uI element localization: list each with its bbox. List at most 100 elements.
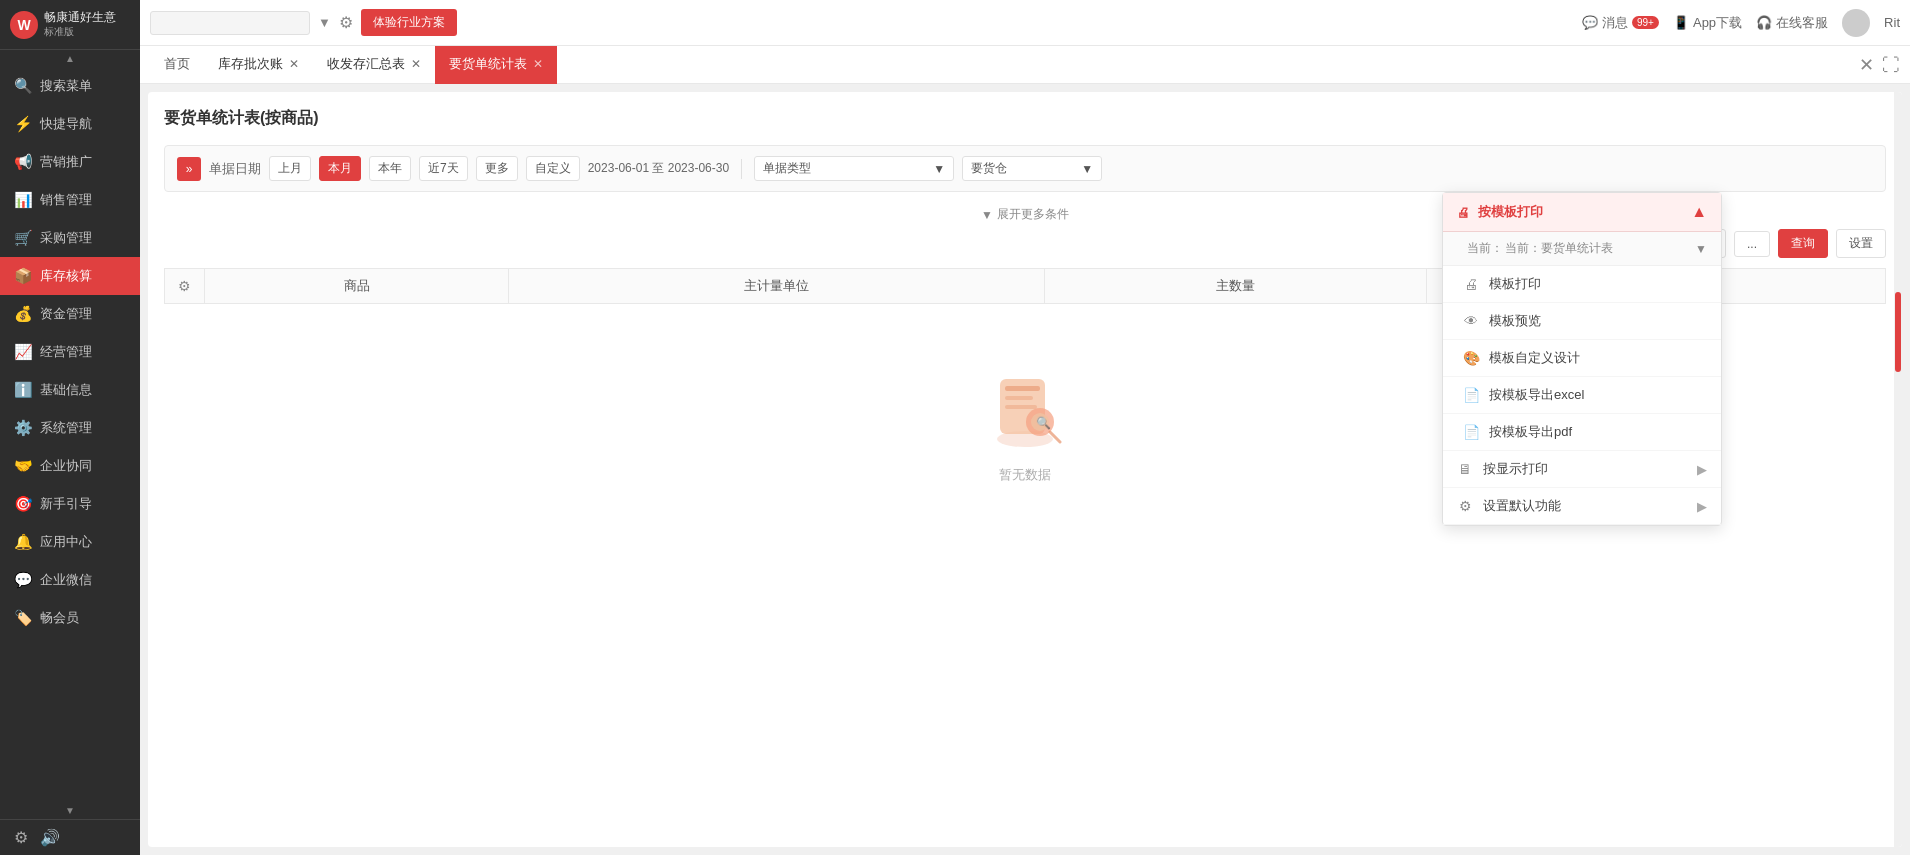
collection-summary-label: 收发存汇总表	[327, 55, 405, 73]
more-button[interactable]: ...	[1734, 231, 1770, 257]
sidebar-settings-icon[interactable]: ⚙	[14, 828, 28, 847]
app-logo-icon: W	[10, 11, 38, 39]
print-template-design-item[interactable]: 🎨 模板自定义设计	[1443, 340, 1721, 377]
sidebar-item-label: 新手引导	[40, 495, 92, 513]
svg-rect-2	[1005, 386, 1040, 391]
sidebar-item-guide[interactable]: 🎯 新手引导	[0, 485, 140, 523]
scrollbar-thumb	[1895, 292, 1901, 372]
guide-icon: 🎯	[14, 495, 32, 513]
notification-label: 消息	[1602, 14, 1628, 32]
warehouse-select[interactable]: 要货仓 ▼	[962, 156, 1102, 181]
query-button[interactable]: 查询	[1778, 229, 1828, 258]
sidebar-item-system[interactable]: ⚙️ 系统管理	[0, 409, 140, 447]
print-template-excel-item[interactable]: 📄 按模板导出excel	[1443, 377, 1721, 414]
tab-collection-summary[interactable]: 收发存汇总表 ✕	[313, 46, 435, 84]
tab-close-batch-accounts[interactable]: ✕	[289, 57, 299, 71]
sidebar-item-apps[interactable]: 🔔 应用中心	[0, 523, 140, 561]
design-icon: 🎨	[1463, 350, 1479, 366]
main-area: ▼ ⚙ 体验行业方案 💬 消息 99+ 📱 App下载 🎧 在线客服 Rit 首…	[140, 0, 1910, 855]
print-dropdown-collapse-icon[interactable]: ▲	[1691, 203, 1707, 221]
set-default-label: 设置默认功能	[1483, 497, 1561, 515]
tab-home[interactable]: 首页	[150, 46, 204, 84]
sidebar-item-sales[interactable]: 📊 销售管理	[0, 181, 140, 219]
sidebar-scroll-up[interactable]: ▲	[65, 53, 75, 64]
tab-batch-accounts[interactable]: 库存批次账 ✕	[204, 46, 313, 84]
online-service-label: 在线客服	[1776, 14, 1828, 32]
settings-button[interactable]: 设置	[1836, 229, 1886, 258]
collab-icon: 🤝	[14, 457, 32, 475]
sidebar-nav: 🔍 搜索菜单 ⚡ 快捷导航 📢 营销推广 📊 销售管理 🛒 采购管理 📦 库存核…	[0, 67, 140, 802]
settings-label: 设置	[1849, 235, 1873, 252]
date-more-btn[interactable]: 更多	[476, 156, 518, 181]
filter-expand-button[interactable]: »	[177, 157, 201, 181]
phone-icon: 📱	[1673, 15, 1689, 30]
current-template-label: 当前：	[1467, 240, 1503, 257]
table-settings-icon[interactable]: ⚙	[178, 278, 191, 294]
app-download-item[interactable]: 📱 App下载	[1673, 14, 1742, 32]
notification-item[interactable]: 💬 消息 99+	[1582, 14, 1659, 32]
date-7days-btn[interactable]: 近7天	[419, 156, 468, 181]
tab-close-collection-summary[interactable]: ✕	[411, 57, 421, 71]
marketing-icon: 📢	[14, 153, 32, 171]
tab-order-stats[interactable]: 要货单统计表 ✕	[435, 46, 557, 84]
print-dropdown-header-label: 按模板打印	[1478, 203, 1543, 221]
sidebar-item-operation[interactable]: 📈 经营管理	[0, 333, 140, 371]
topbar-chevron-icon[interactable]: ▼	[318, 15, 331, 30]
sidebar-item-label: 采购管理	[40, 229, 92, 247]
sidebar-item-purchase[interactable]: 🛒 采购管理	[0, 219, 140, 257]
tab-maximize-icon[interactable]: ⛶	[1882, 56, 1900, 74]
sidebar-scroll-down[interactable]: ▼	[65, 805, 75, 816]
date-current-year-btn[interactable]: 本年	[369, 156, 411, 181]
template-excel-label: 按模板导出excel	[1489, 386, 1584, 404]
date-current-month-btn[interactable]: 本月	[319, 156, 361, 181]
tab-close-all-icon[interactable]: ✕	[1859, 56, 1874, 74]
display-print-item[interactable]: 🖥 按显示打印 ▶	[1443, 451, 1721, 488]
topbar-gear-icon[interactable]: ⚙	[339, 13, 353, 32]
tabbar-actions: ✕ ⛶	[1859, 56, 1900, 74]
sidebar-item-collab[interactable]: 🤝 企业协同	[0, 447, 140, 485]
sidebar-item-quicknav[interactable]: ⚡ 快捷导航	[0, 105, 140, 143]
table-header-settings[interactable]: ⚙	[165, 269, 205, 304]
display-print-label: 按显示打印	[1483, 460, 1548, 478]
sidebar-item-label: 库存核算	[40, 267, 92, 285]
sidebar-item-basic[interactable]: ℹ️ 基础信息	[0, 371, 140, 409]
sidebar-item-label: 销售管理	[40, 191, 92, 209]
sidebar-logo: W 畅康通好生意 标准版	[0, 0, 140, 50]
set-default-item[interactable]: ⚙ 设置默认功能 ▶	[1443, 488, 1721, 525]
online-service-item[interactable]: 🎧 在线客服	[1756, 14, 1828, 32]
svg-text:🔍: 🔍	[1036, 415, 1051, 430]
template-preview-label: 模板预览	[1489, 312, 1541, 330]
home-tab-label: 首页	[164, 55, 190, 73]
print-dropdown-current[interactable]: 当前： 当前：要货单统计表 ▼	[1443, 232, 1721, 266]
sidebar-audio-icon[interactable]: 🔊	[40, 828, 60, 847]
filter-bar: » 单据日期 上月 本月 本年 近7天 更多 自定义 2023-06-01 至 …	[164, 145, 1886, 192]
empty-state-label: 暂无数据	[999, 466, 1051, 484]
order-type-select[interactable]: 单据类型 ▼	[754, 156, 954, 181]
username-label: Rit	[1884, 15, 1900, 30]
print-template-preview-item[interactable]: 👁 模板预览	[1443, 303, 1721, 340]
lightning-icon: ⚡	[14, 115, 32, 133]
trial-button[interactable]: 体验行业方案	[361, 9, 457, 36]
sidebar-item-inventory[interactable]: 📦 库存核算	[0, 257, 140, 295]
sidebar-item-label: 系统管理	[40, 419, 92, 437]
right-scrollbar[interactable]	[1894, 92, 1902, 847]
print-dropdown-header[interactable]: 🖨 按模板打印 ▲	[1443, 193, 1721, 232]
batch-accounts-label: 库存批次账	[218, 55, 283, 73]
sidebar-item-member[interactable]: 🏷️ 畅会员	[0, 599, 140, 637]
template-print-label: 模板打印	[1489, 275, 1541, 293]
print-template-pdf-item[interactable]: 📄 按模板导出pdf	[1443, 414, 1721, 451]
sidebar-item-wechat[interactable]: 💬 企业微信	[0, 561, 140, 599]
table-header-product: 商品	[205, 269, 509, 304]
sidebar-item-search[interactable]: 🔍 搜索菜单	[0, 67, 140, 105]
topbar-search-input[interactable]	[150, 11, 310, 35]
user-avatar[interactable]	[1842, 9, 1870, 37]
print-template-print-item[interactable]: 🖨 模板打印	[1443, 266, 1721, 303]
date-custom-btn[interactable]: 自定义	[526, 156, 580, 181]
sidebar-item-label: 应用中心	[40, 533, 92, 551]
sidebar-item-marketing[interactable]: 📢 营销推广	[0, 143, 140, 181]
date-prev-month-btn[interactable]: 上月	[269, 156, 311, 181]
template-design-label: 模板自定义设计	[1489, 349, 1580, 367]
sidebar-item-finance[interactable]: 💰 资金管理	[0, 295, 140, 333]
tab-close-order-stats[interactable]: ✕	[533, 57, 543, 71]
set-default-icon: ⚙	[1457, 498, 1473, 514]
